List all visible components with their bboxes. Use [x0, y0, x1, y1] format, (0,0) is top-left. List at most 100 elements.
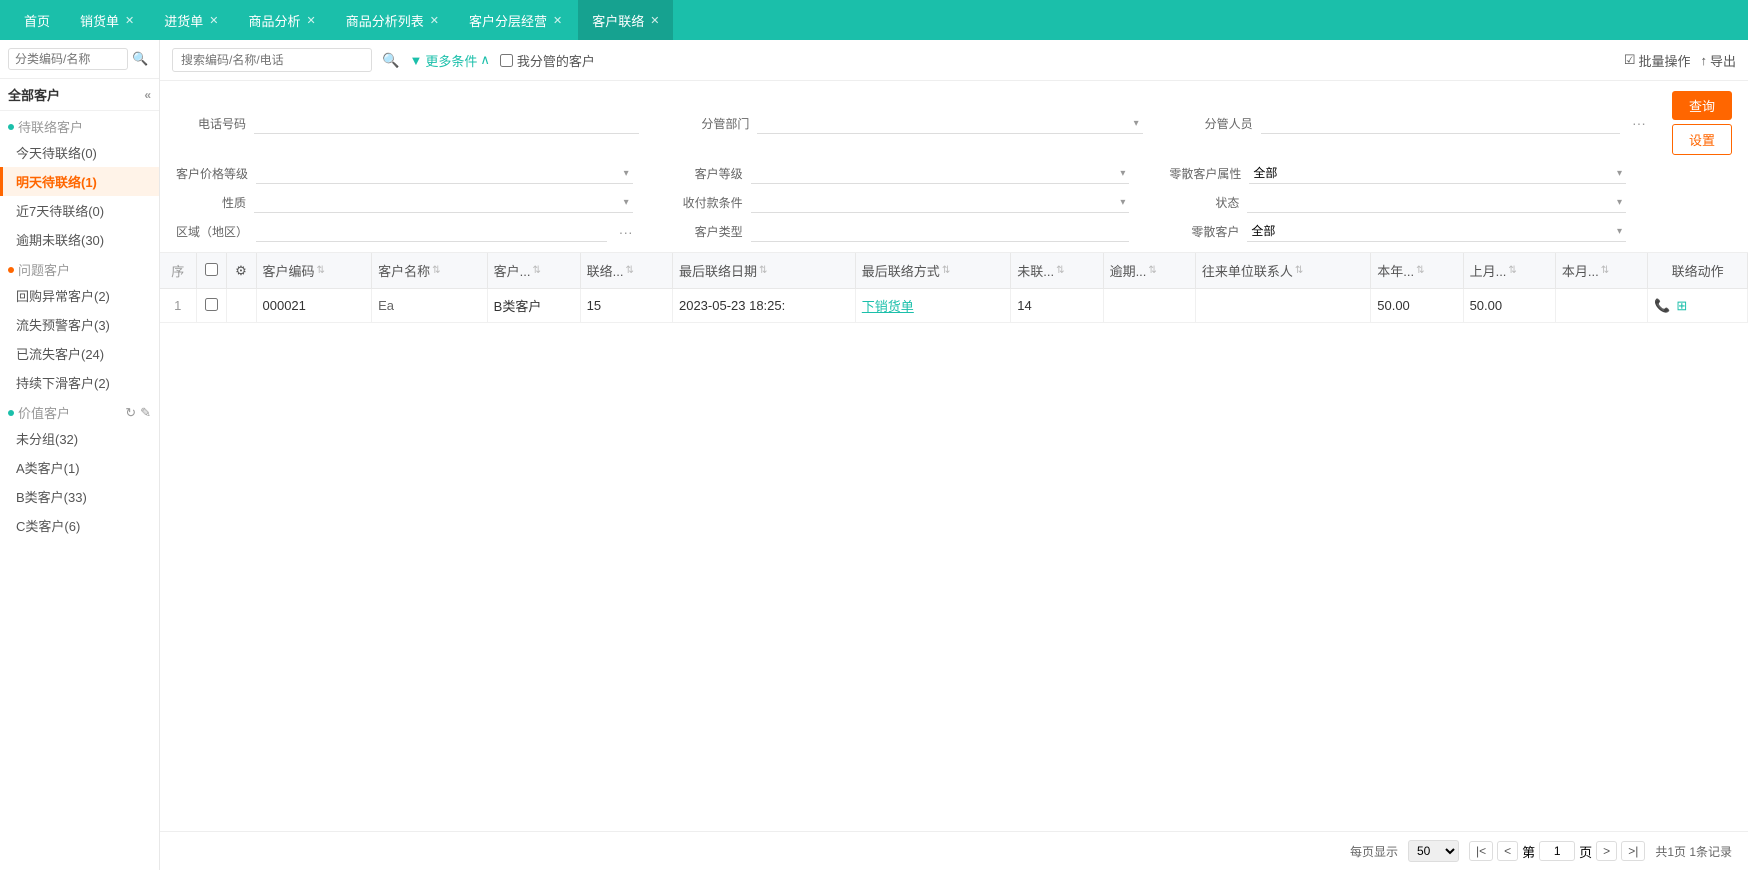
sidebar-item-lost[interactable]: 流失预警客户(3): [0, 310, 159, 339]
retail-attr-select[interactable]: 全部: [1249, 163, 1626, 184]
more-conditions-btn[interactable]: ▼ 更多条件 ∧: [409, 51, 489, 70]
partner-contact-sort-icon[interactable]: ⇅: [1295, 265, 1303, 276]
close-customer-contact-icon[interactable]: ✕: [650, 14, 659, 27]
main-layout: 🔍 全部客户 « 待联络客户 今天待联络(0) 明天待联络(1) 近7天待联络(…: [0, 40, 1748, 870]
no-contact-sort-icon[interactable]: ⇅: [1056, 265, 1064, 276]
close-customer-segment-icon[interactable]: ✕: [553, 14, 562, 27]
sidebar-item-overdue[interactable]: 逾期未联络(30): [0, 225, 159, 254]
adv-field-price-level: 客户价格等级 ▾: [176, 163, 633, 184]
my-customers-checkbox[interactable]: [500, 54, 513, 67]
sidebar-item-already-lost[interactable]: 已流失客户(24): [0, 339, 159, 368]
last-contact-method-sort-icon[interactable]: ⇅: [942, 265, 950, 276]
pg-prev-btn[interactable]: <: [1497, 841, 1518, 861]
nav-customer-contact[interactable]: 客户联络 ✕: [578, 0, 673, 40]
cell-no: 1: [160, 289, 196, 323]
edit-icon[interactable]: ✎: [140, 405, 151, 421]
status-select[interactable]: [1247, 192, 1626, 213]
close-purchase-icon[interactable]: ✕: [209, 14, 218, 27]
retail-customer-label: 零散客户: [1169, 223, 1239, 240]
retail-customer-select-wrapper: 全部 ▾: [1247, 221, 1626, 242]
last-contact-date-sort-icon[interactable]: ⇅: [759, 265, 767, 276]
row-checkbox[interactable]: [205, 298, 218, 311]
export-icon: ↑: [1700, 53, 1707, 68]
cell-overdue: [1103, 289, 1195, 323]
customer-type-input[interactable]: [751, 221, 1130, 242]
cell-no-contact: 14: [1011, 289, 1103, 323]
overdue-sort-icon[interactable]: ⇅: [1148, 265, 1156, 276]
adv-field-status: 状态 ▾: [1169, 192, 1626, 213]
person-more-icon[interactable]: ···: [1632, 115, 1646, 131]
nature-select[interactable]: [254, 192, 633, 213]
nav-purchase[interactable]: 进货单 ✕: [150, 0, 232, 40]
nav-home[interactable]: 首页: [10, 0, 64, 40]
type-sort-icon[interactable]: ⇅: [533, 265, 541, 276]
cell-this-month: [1555, 289, 1647, 323]
sidebar-item-tomorrow[interactable]: 明天待联络(1): [0, 167, 159, 196]
sidebar-search-input[interactable]: [8, 48, 128, 70]
nav-sales[interactable]: 销货单 ✕: [66, 0, 148, 40]
sidebar-item-repurchase[interactable]: 回购异常客户(2): [0, 281, 159, 310]
sidebar-group-value: 价值客户 ↻ ✎: [0, 397, 159, 424]
nav-customer-segment[interactable]: 客户分层经营 ✕: [455, 0, 576, 40]
close-goods-analysis-icon[interactable]: ✕: [307, 14, 316, 27]
sidebar-search-icon[interactable]: 🔍: [132, 51, 148, 67]
sidebar-item-declining[interactable]: 持续下滑客户(2): [0, 368, 159, 397]
this-month-sort-icon[interactable]: ⇅: [1601, 265, 1609, 276]
batch-operation-btn[interactable]: ☑ 批量操作: [1624, 51, 1691, 70]
dept-select[interactable]: [757, 113, 1142, 134]
filter-search-input[interactable]: [172, 48, 372, 72]
page-input[interactable]: [1539, 841, 1575, 861]
nav-goods-analysis-list[interactable]: 商品分析列表 ✕: [332, 0, 453, 40]
region-label: 区域（地区）: [176, 223, 248, 240]
sidebar-item-week[interactable]: 近7天待联络(0): [0, 196, 159, 225]
refresh-icon[interactable]: ↻: [125, 405, 136, 421]
close-sales-icon[interactable]: ✕: [125, 14, 134, 27]
this-year-sort-icon[interactable]: ⇅: [1416, 265, 1424, 276]
contact-sort-icon[interactable]: ⇅: [626, 265, 634, 276]
action-phone-icon[interactable]: 📞: [1654, 298, 1670, 314]
nav-goods-analysis[interactable]: 商品分析 ✕: [234, 0, 329, 40]
sidebar-item-today[interactable]: 今天待联络(0): [0, 138, 159, 167]
pg-first-btn[interactable]: |<: [1469, 841, 1493, 861]
filter-icon: ▼: [409, 53, 422, 68]
customer-level-select[interactable]: [751, 163, 1130, 184]
pg-next-btn[interactable]: >: [1596, 841, 1617, 861]
sidebar-item-c-class[interactable]: C类客户(6): [0, 511, 159, 540]
region-more-icon[interactable]: ···: [619, 224, 633, 240]
person-label: 分管人员: [1183, 115, 1253, 132]
cell-last-contact-method: 下销货单: [855, 289, 1010, 323]
per-page-select[interactable]: 50 100: [1408, 840, 1459, 862]
query-btn[interactable]: 查询: [1672, 91, 1732, 120]
region-input[interactable]: [256, 221, 607, 242]
price-level-select[interactable]: [256, 163, 633, 184]
code-sort-icon[interactable]: ⇅: [317, 265, 325, 276]
contact-method-link[interactable]: 下销货单: [862, 299, 914, 314]
adv-field-customer-type: 客户类型: [673, 221, 1130, 242]
chevron-icon: ∧: [480, 52, 490, 68]
retail-customer-select[interactable]: 全部: [1247, 221, 1626, 242]
set-btn[interactable]: 设置: [1672, 124, 1732, 155]
nature-select-wrapper: ▾: [254, 192, 633, 213]
adv-filter-row2: 客户价格等级 ▾ 客户等级 ▾ 零散客户属性: [176, 163, 1732, 184]
top-nav: 首页 销货单 ✕ 进货单 ✕ 商品分析 ✕ 商品分析列表 ✕ 客户分层经营 ✕ …: [0, 0, 1748, 40]
adv-field-payment: 收付款条件 ▾: [673, 192, 1130, 213]
my-customers-checkbox-label[interactable]: 我分管的客户: [500, 51, 595, 70]
action-more-icon[interactable]: ⊞: [1676, 298, 1687, 314]
last-month-sort-icon[interactable]: ⇅: [1508, 265, 1516, 276]
export-btn[interactable]: ↑ 导出: [1700, 51, 1736, 70]
phone-input[interactable]: [254, 113, 639, 134]
pg-last-btn[interactable]: >|: [1621, 841, 1645, 861]
th-settings[interactable]: ⚙: [226, 253, 256, 289]
payment-select[interactable]: [751, 192, 1130, 213]
sidebar-item-b-class[interactable]: B类客户(33): [0, 482, 159, 511]
sidebar-item-ungrouped[interactable]: 未分组(32): [0, 424, 159, 453]
sidebar-item-a-class[interactable]: A类客户(1): [0, 453, 159, 482]
select-all-checkbox[interactable]: [205, 263, 218, 276]
name-sort-icon[interactable]: ⇅: [432, 265, 440, 276]
status-select-wrapper: ▾: [1247, 192, 1626, 213]
advanced-filter-panel: 电话号码 分管部门 ▾ 分管人员 ··: [160, 81, 1748, 253]
close-goods-analysis-list-icon[interactable]: ✕: [430, 14, 439, 27]
filter-search-btn[interactable]: 🔍: [382, 52, 399, 69]
sidebar-all-customers[interactable]: 全部客户 «: [0, 79, 159, 111]
person-input[interactable]: [1261, 113, 1620, 134]
